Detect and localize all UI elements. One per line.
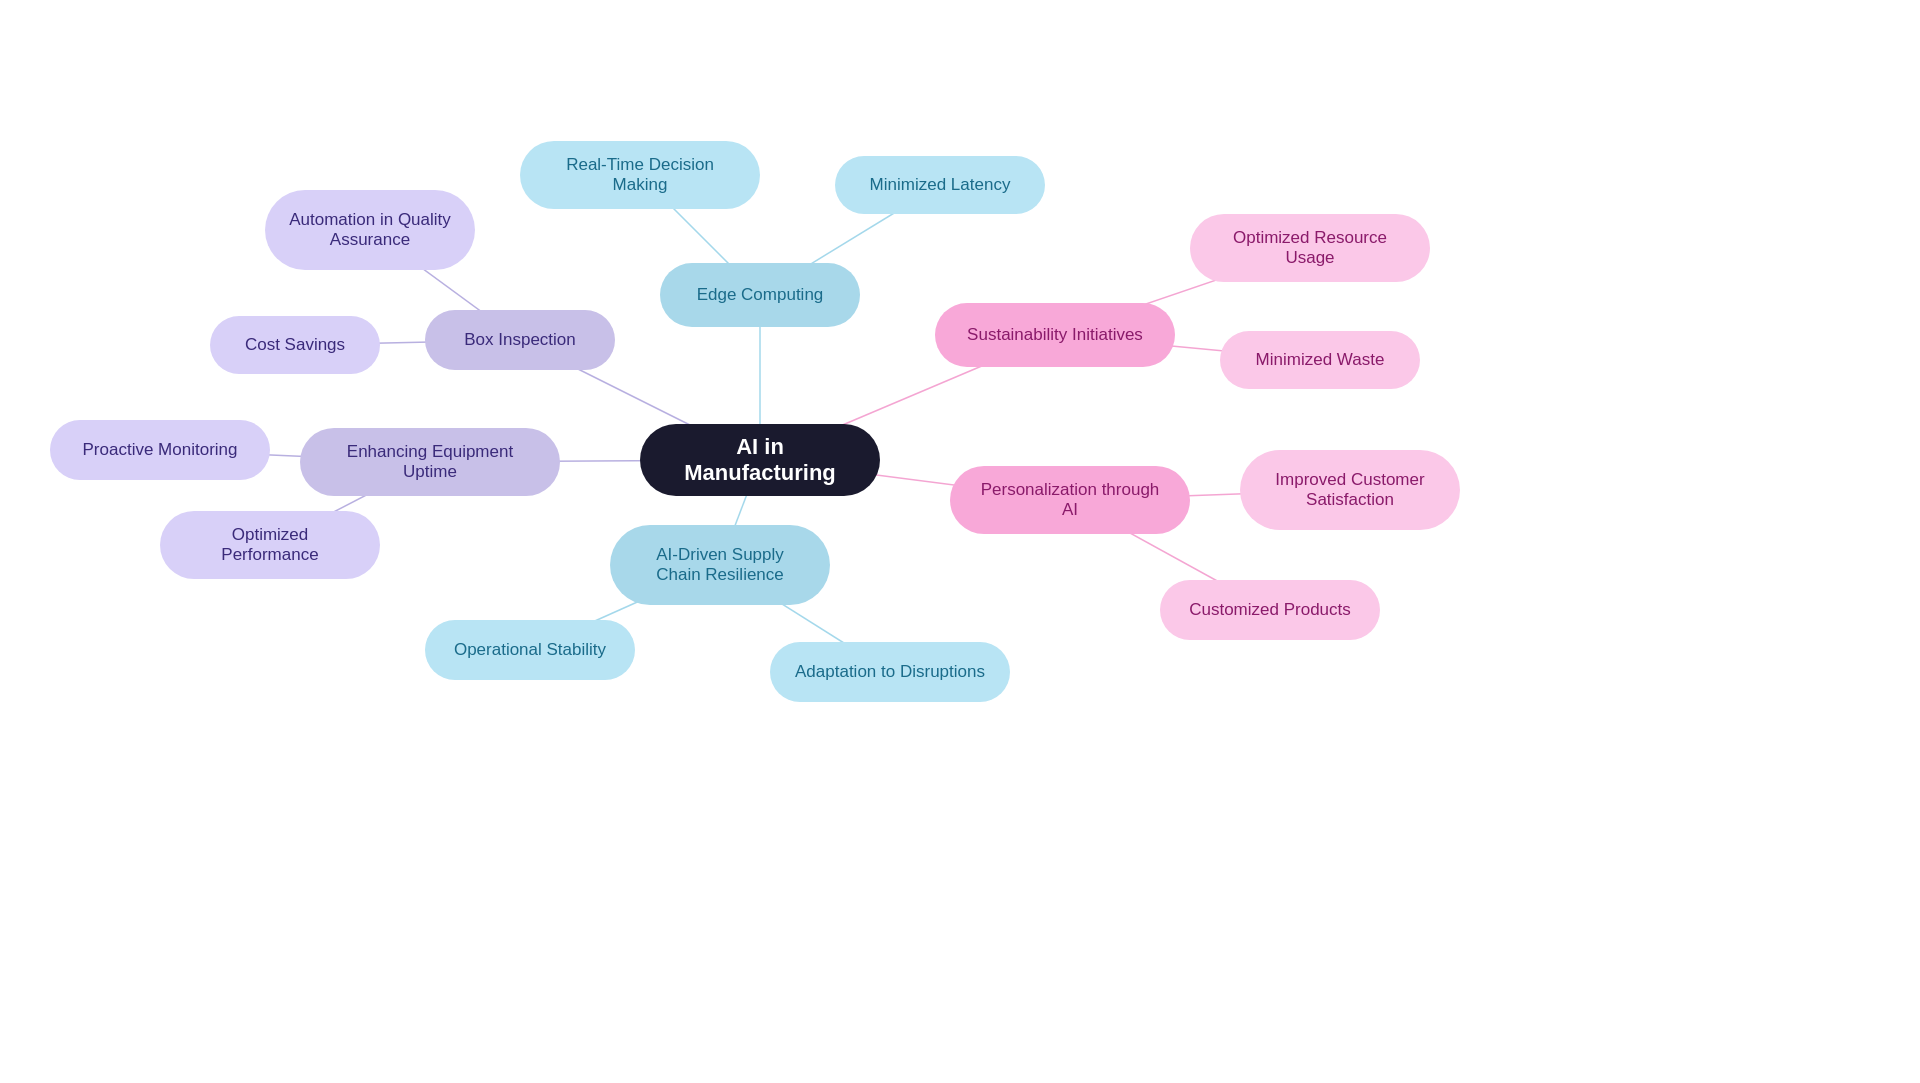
node-sustainability: Sustainability Initiatives [935, 303, 1175, 367]
node-optimized-resource: Optimized Resource Usage [1190, 214, 1430, 282]
center-node: AI in Manufacturing [640, 424, 880, 496]
node-operational-stability: Operational Stability [425, 620, 635, 680]
node-improved-satisfaction: Improved Customer Satisfaction [1240, 450, 1460, 530]
node-personalization: Personalization through AI [950, 466, 1190, 534]
node-supply-chain: AI-Driven Supply Chain Resilience [610, 525, 830, 605]
node-edge-computing: Edge Computing [660, 263, 860, 327]
node-minimized-latency: Minimized Latency [835, 156, 1045, 214]
node-real-time: Real-Time Decision Making [520, 141, 760, 209]
node-proactive-monitoring: Proactive Monitoring [50, 420, 270, 480]
node-optimized-performance: Optimized Performance [160, 511, 380, 579]
node-customized-products: Customized Products [1160, 580, 1380, 640]
node-automation-qa: Automation in Quality Assurance [265, 190, 475, 270]
node-adaptation: Adaptation to Disruptions [770, 642, 1010, 702]
node-minimized-waste: Minimized Waste [1220, 331, 1420, 389]
node-cost-savings: Cost Savings [210, 316, 380, 374]
node-enhancing-uptime: Enhancing Equipment Uptime [300, 428, 560, 496]
mind-map-canvas: AI in Manufacturing Edge Computing Real-Ti… [0, 0, 1920, 1083]
node-box-inspection: Box Inspection [425, 310, 615, 370]
